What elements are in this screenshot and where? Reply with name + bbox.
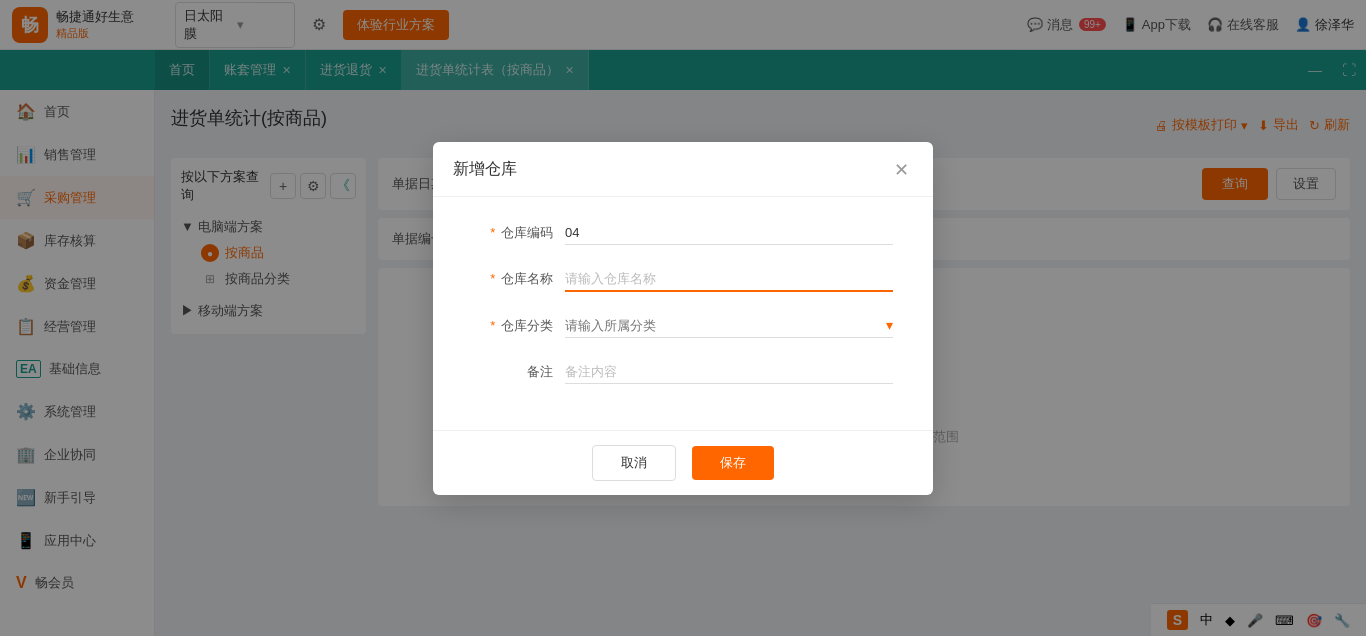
save-button[interactable]: 保存 [692, 446, 774, 480]
dialog-title: 新增仓库 [453, 159, 517, 180]
category-label: * 仓库分类 [473, 317, 553, 335]
name-input[interactable] [565, 267, 893, 292]
name-field-row: * 仓库名称 [473, 267, 893, 292]
dialog-close-button[interactable]: ✕ [889, 158, 913, 182]
note-field-row: 备注 [473, 360, 893, 384]
code-label: * 仓库编码 [473, 224, 553, 242]
new-warehouse-dialog: 新增仓库 ✕ * 仓库编码 * 仓库名称 [433, 142, 933, 495]
category-select-wrap: ▾ [565, 314, 893, 338]
dialog-body: * 仓库编码 * 仓库名称 * 仓库分类 [433, 197, 933, 430]
dialog-header: 新增仓库 ✕ [433, 142, 933, 197]
code-field-row: * 仓库编码 [473, 221, 893, 245]
note-label: 备注 [473, 363, 553, 381]
dialog-footer: 取消 保存 [433, 430, 933, 495]
chevron-down-icon: ▾ [886, 317, 893, 333]
name-label: * 仓库名称 [473, 270, 553, 288]
category-field-row: * 仓库分类 ▾ [473, 314, 893, 338]
code-input[interactable] [565, 221, 893, 245]
note-input[interactable] [565, 360, 893, 384]
category-input[interactable] [565, 314, 886, 337]
modal-overlay: 新增仓库 ✕ * 仓库编码 * 仓库名称 [0, 0, 1366, 636]
cancel-button[interactable]: 取消 [592, 445, 676, 481]
